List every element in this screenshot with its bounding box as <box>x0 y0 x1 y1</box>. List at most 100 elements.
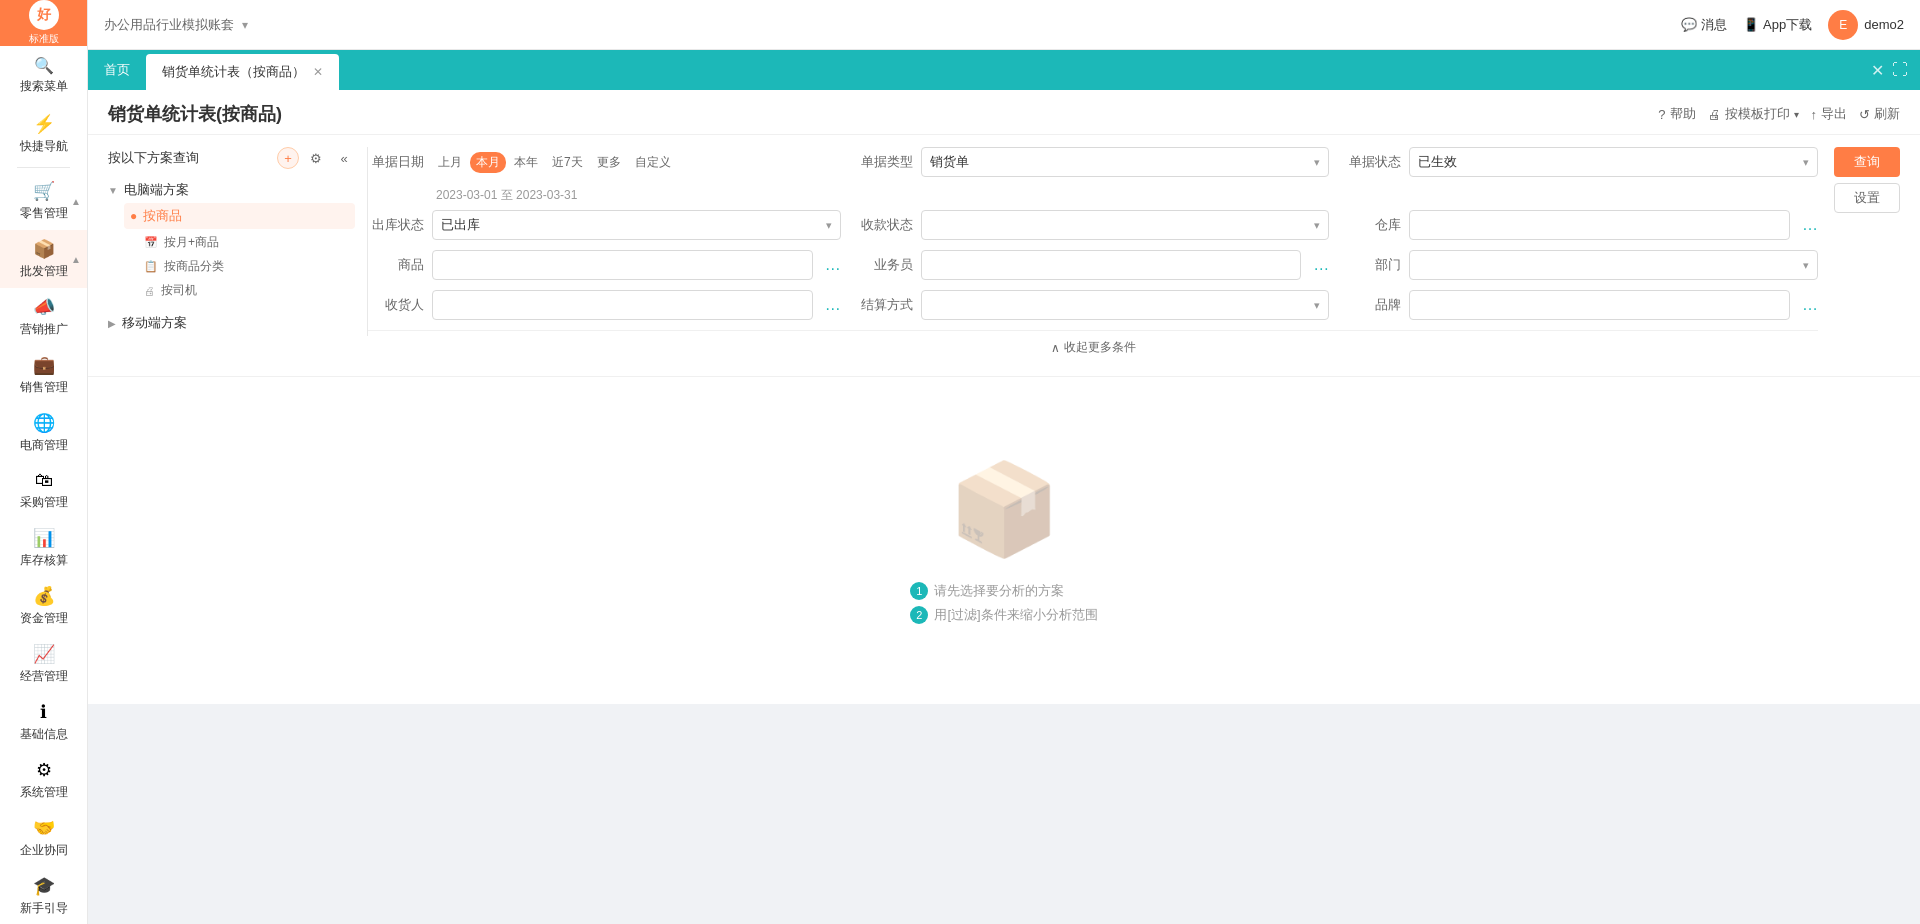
scheme-item-by-category[interactable]: 📋 按商品分类 <box>124 255 355 278</box>
date-tab-this-month[interactable]: 本月 <box>470 152 506 173</box>
filter-row-3: 商品 … 业务员 <box>368 250 1818 280</box>
scheme-collapse-button[interactable]: « <box>333 147 355 169</box>
tabbar-actions: ✕ ⛶ <box>1871 61 1920 80</box>
scheme-group-mobile-header[interactable]: ▶ 移动端方案 <box>108 310 355 336</box>
sidebar-item-purchase[interactable]: 🛍 采购管理 <box>0 462 87 519</box>
filter-doc-type: 单据类型 销货单 ▾ <box>857 147 1330 177</box>
payment-select[interactable]: ▾ <box>921 290 1330 320</box>
newbie-icon: 🎓 <box>33 875 55 897</box>
refresh-label: 刷新 <box>1874 105 1900 123</box>
enterprise-icon: 🤝 <box>33 817 55 839</box>
quicknav-label: 快捷导航 <box>20 138 68 155</box>
tab-close-button[interactable]: ✕ <box>313 65 323 79</box>
query-button[interactable]: 查询 <box>1834 147 1900 177</box>
scheme-group-desktop-header[interactable]: ▼ 电脑端方案 <box>108 177 355 203</box>
recipient-input[interactable] <box>432 290 813 320</box>
scheme-header: 按以下方案查询 + ⚙ « <box>108 147 355 169</box>
newbie-label: 新手引导 <box>20 900 68 917</box>
sidebar-item-ecommerce[interactable]: 🌐 电商管理 <box>0 404 87 462</box>
search-icon: 🔍 <box>34 56 54 75</box>
by-cashier-label: 按司机 <box>161 282 197 299</box>
scheme-item-by-month-goods[interactable]: 📅 按月+商品 <box>124 231 355 254</box>
sidebar-item-retail[interactable]: 🛒 零售管理 ▲ <box>0 172 87 230</box>
retail-arrow: ▲ <box>71 196 81 207</box>
date-tab-custom[interactable]: 自定义 <box>629 152 677 173</box>
scheme-group-desktop: ▼ 电脑端方案 ● 按商品 📅 按月+商品 <box>108 177 355 302</box>
settings-button[interactable]: 设置 <box>1834 183 1900 213</box>
scheme-item-by-cashier[interactable]: 🖨 按司机 <box>124 279 355 302</box>
doc-type-arrow: ▾ <box>1314 156 1320 169</box>
sidebar-item-quicknav[interactable]: ⚡ 快捷导航 <box>0 105 87 163</box>
date-range-text: 2023-03-01 至 2023-03-31 <box>436 188 577 202</box>
empty-state: 📦 1 请先选择要分析的方案 2 用[过滤]条件来缩小分析范围 <box>88 377 1920 704</box>
goods-more-button[interactable]: … <box>825 256 841 274</box>
tab-fullscreen-button[interactable]: ⛶ <box>1892 61 1908 79</box>
salesperson-label: 业务员 <box>857 256 913 274</box>
logo-subtext: 标准版 <box>29 32 59 46</box>
date-tab-this-year[interactable]: 本年 <box>508 152 544 173</box>
recipient-more-button[interactable]: … <box>825 296 841 314</box>
doc-type-select[interactable]: 销货单 ▾ <box>921 147 1330 177</box>
marketing-label: 营销推广 <box>20 321 68 338</box>
help-button[interactable]: ? 帮助 <box>1658 105 1695 123</box>
sidebar-item-finance[interactable]: 💰 资金管理 <box>0 577 87 635</box>
warehouse-input[interactable] <box>1409 210 1790 240</box>
sidebar-item-basic[interactable]: ℹ 基础信息 <box>0 693 87 751</box>
warehouse-more-button[interactable]: … <box>1802 216 1818 234</box>
user-area[interactable]: E demo2 <box>1828 10 1904 40</box>
content-panel: 销货单统计表(按商品) ? 帮助 🖨 按模板打印 ▾ ↑ 导出 <box>88 90 1920 704</box>
doc-status-label: 单据状态 <box>1345 153 1401 171</box>
print-arrow: ▾ <box>1794 109 1799 120</box>
brand-more-button[interactable]: … <box>1802 296 1818 314</box>
help-label: 帮助 <box>1670 105 1696 123</box>
message-button[interactable]: 💬 消息 <box>1681 16 1727 34</box>
breadcrumb-dropdown[interactable]: ▾ <box>242 18 248 32</box>
by-goods-label: 按商品 <box>143 207 182 225</box>
sales-label: 销售管理 <box>20 379 68 396</box>
empty-tip-2: 2 用[过滤]条件来缩小分析范围 <box>910 606 1097 624</box>
sidebar-item-marketing[interactable]: 📣 营销推广 <box>0 288 87 346</box>
scheme-add-button[interactable]: + <box>277 147 299 169</box>
sidebar-item-wholesale[interactable]: 📦 批发管理 ▲ <box>0 230 87 288</box>
recv-status-select[interactable]: ▾ <box>921 210 1330 240</box>
sidebar-item-newbie[interactable]: 🎓 新手引导 <box>0 867 87 924</box>
salesperson-input[interactable] <box>921 250 1302 280</box>
page-title: 销货单统计表(按商品) <box>108 102 282 126</box>
scheme-settings-button[interactable]: ⚙ <box>305 147 327 169</box>
filter-doc-status: 单据状态 已生效 ▾ <box>1345 147 1818 177</box>
warehouse-label: 仓库 <box>1345 216 1401 234</box>
brand-input[interactable] <box>1409 290 1790 320</box>
sidebar-item-system[interactable]: ⚙ 系统管理 <box>0 751 87 809</box>
export-button[interactable]: ↑ 导出 <box>1811 105 1848 123</box>
doc-status-select[interactable]: 已生效 ▾ <box>1409 147 1818 177</box>
sidebar-search[interactable]: 🔍 搜索菜单 <box>0 46 87 101</box>
tab-report[interactable]: 销货单统计表（按商品） ✕ <box>146 54 339 90</box>
refresh-button[interactable]: ↺ 刷新 <box>1859 105 1900 123</box>
print-button[interactable]: 🖨 按模板打印 ▾ <box>1708 105 1799 123</box>
header-right: 💬 消息 📱 App下载 E demo2 <box>1681 10 1904 40</box>
date-tab-more[interactable]: 更多 <box>591 152 627 173</box>
collapse-label: 收起更多条件 <box>1064 339 1136 356</box>
home-tab-label: 首页 <box>104 61 130 79</box>
salesperson-more-button[interactable]: … <box>1313 256 1329 274</box>
date-tab-last-month[interactable]: 上月 <box>432 152 468 173</box>
dept-select[interactable]: ▾ <box>1409 250 1818 280</box>
inventory-icon: 📊 <box>33 527 55 549</box>
sidebar-item-inventory[interactable]: 📊 库存核算 <box>0 519 87 577</box>
tab-home[interactable]: 首页 <box>88 50 146 90</box>
collapse-bar[interactable]: ∧ 收起更多条件 <box>368 330 1818 364</box>
sidebar-item-sales[interactable]: 💼 销售管理 <box>0 346 87 404</box>
sidebar-item-operations[interactable]: 📈 经营管理 <box>0 635 87 693</box>
tab-close-all-button[interactable]: ✕ <box>1871 61 1884 80</box>
app-download-button[interactable]: 📱 App下载 <box>1743 16 1812 34</box>
message-icon: 💬 <box>1681 17 1697 32</box>
goods-input[interactable] <box>432 250 813 280</box>
search-label: 搜索菜单 <box>20 78 68 95</box>
out-status-select[interactable]: 已出库 ▾ <box>432 210 841 240</box>
sidebar-item-enterprise[interactable]: 🤝 企业协同 <box>0 809 87 867</box>
breadcrumb: 办公用品行业模拟账套 <box>104 16 234 34</box>
date-tab-last7[interactable]: 近7天 <box>546 152 589 173</box>
quicknav-icon: ⚡ <box>33 113 55 135</box>
tip-2-text: 用[过滤]条件来缩小分析范围 <box>934 606 1097 624</box>
scheme-item-by-goods[interactable]: ● 按商品 <box>124 203 355 229</box>
